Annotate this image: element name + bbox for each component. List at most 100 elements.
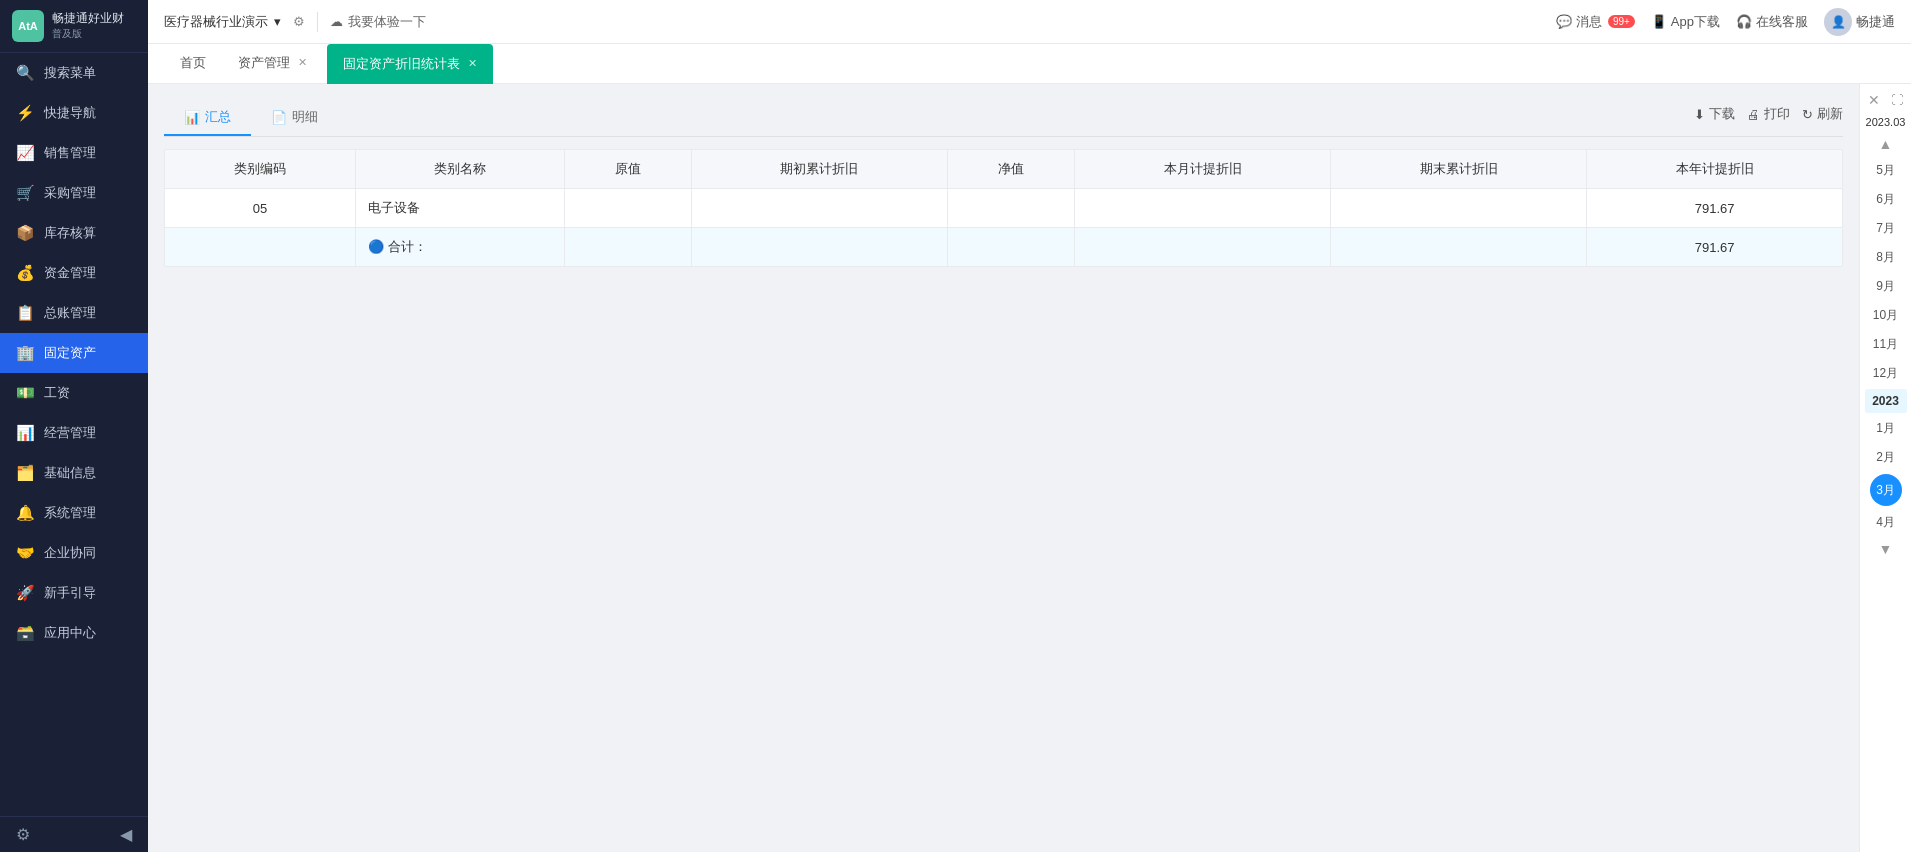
topbar-left: 医疗器械行业演示 ▾ ⚙ ☁ 我要体验一下	[164, 12, 426, 32]
sidebar-item-label-payroll: 工资	[44, 384, 70, 402]
sidebar-item-quick-nav[interactable]: ⚡快捷导航	[0, 93, 148, 133]
month-item-6[interactable]: 6月	[1866, 186, 1906, 213]
app-logo: AtA 畅捷通好业财 普及版	[0, 0, 148, 53]
tab-depreciation[interactable]: 固定资产折旧统计表 ✕	[327, 44, 493, 84]
app-name: 畅捷通好业财	[52, 11, 124, 27]
app-version: 普及版	[52, 27, 124, 41]
total-row: 🔵合计： 791.67	[165, 228, 1842, 267]
sidebar-item-inventory[interactable]: 📦库存核算	[0, 213, 148, 253]
sidebar-item-label-app-center: 应用中心	[44, 624, 96, 642]
tab-asset-mgmt[interactable]: 资产管理 ✕	[222, 44, 323, 84]
sidebar-item-label-purchase: 采购管理	[44, 184, 96, 202]
download-btn[interactable]: ⬇ 下载	[1694, 105, 1735, 123]
finance-icon: 💰	[16, 264, 34, 282]
app-download-btn[interactable]: 📱 App下载	[1651, 13, 1720, 31]
summary-icon: 📊	[184, 110, 200, 125]
sidebar-item-finance[interactable]: 💰资金管理	[0, 253, 148, 293]
message-label: 消息	[1576, 13, 1602, 31]
sidebar-item-label-system: 系统管理	[44, 504, 96, 522]
company-name: 医疗器械行业演示	[164, 13, 268, 31]
company-selector[interactable]: 医疗器械行业演示 ▾	[164, 13, 281, 31]
basic-info-icon: 🗂️	[16, 464, 34, 482]
month-item-12[interactable]: 12月	[1866, 360, 1906, 387]
cell-accum	[691, 189, 947, 228]
sidebar-item-app-center[interactable]: 🗃️应用中心	[0, 613, 148, 653]
sidebar-item-fixed-assets[interactable]: 🏢固定资产	[0, 333, 148, 373]
panel-nav-down[interactable]: ▼	[1875, 537, 1897, 561]
sidebar-item-search[interactable]: 🔍搜索菜单	[0, 53, 148, 93]
collapse-icon[interactable]: ◀	[120, 825, 132, 844]
company-dropdown-icon: ▾	[274, 14, 281, 29]
settings-btn[interactable]: ⚙	[293, 14, 305, 29]
month-item-11[interactable]: 11月	[1866, 331, 1906, 358]
panel-expand-btn[interactable]: ⛶	[1891, 93, 1903, 107]
sidebar-item-basic-info[interactable]: 🗂️基础信息	[0, 453, 148, 493]
col-net: 净值	[947, 150, 1074, 189]
search-icon: 🔍	[16, 64, 34, 82]
sidebar-item-label-guide: 新手引导	[44, 584, 96, 602]
cell-name: 电子设备	[355, 189, 564, 228]
sub-tab-detail[interactable]: 📄 明细	[251, 100, 338, 136]
tab-depreciation-close[interactable]: ✕	[468, 57, 477, 70]
tab-home[interactable]: 首页	[164, 44, 222, 84]
user-name: 畅捷通	[1856, 13, 1895, 31]
refresh-icon: ↻	[1802, 107, 1813, 122]
right-panel: ✕ ⛶ 2023.03 ▲ 5月 6月 7月 8月 9月 10月 11月 12月…	[1859, 84, 1911, 852]
content-area: 📊 汇总 📄 明细 ⬇ 下载 🖨 打印	[148, 84, 1911, 852]
sidebar-item-enterprise[interactable]: 🤝企业协同	[0, 533, 148, 573]
toolbar: ⬇ 下载 🖨 打印 ↻ 刷新	[1694, 105, 1843, 123]
panel-controls: ✕ ⛶	[1860, 88, 1911, 112]
month-item-7[interactable]: 7月	[1866, 215, 1906, 242]
month-item-2023-2[interactable]: 2月	[1866, 444, 1906, 471]
depreciation-table: 类别编码 类别名称 原值 期初累计折旧 净值 本月计提折旧 期末累计折旧 本年计…	[164, 149, 1843, 267]
sidebar-item-operations[interactable]: 📊经营管理	[0, 413, 148, 453]
print-btn[interactable]: 🖨 打印	[1747, 105, 1790, 123]
month-item-2023-4[interactable]: 4月	[1866, 509, 1906, 536]
settings-icon[interactable]: ⚙	[16, 825, 30, 844]
system-icon: 🔔	[16, 504, 34, 522]
message-btn[interactable]: 💬 消息 99+	[1556, 13, 1635, 31]
col-accum: 期初累计折旧	[691, 150, 947, 189]
cell-code: 05	[165, 189, 355, 228]
logo-icon: AtA	[12, 10, 44, 42]
experience-btn[interactable]: ☁ 我要体验一下	[330, 13, 426, 31]
quick-nav-icon: ⚡	[16, 104, 34, 122]
panel-close-btn[interactable]: ✕	[1868, 92, 1880, 108]
total-icon: 🔵	[368, 239, 384, 254]
refresh-btn[interactable]: ↻ 刷新	[1802, 105, 1843, 123]
sidebar-item-label-operations: 经营管理	[44, 424, 96, 442]
month-item-5[interactable]: 5月	[1866, 157, 1906, 184]
online-service-label: 在线客服	[1756, 13, 1808, 31]
col-year-depr: 本年计提折旧	[1587, 150, 1842, 189]
table-row: 05 电子设备 791.67	[165, 189, 1842, 228]
table-header: 类别编码 类别名称 原值 期初累计折旧 净值 本月计提折旧 期末累计折旧 本年计…	[165, 150, 1842, 189]
sub-tabs: 📊 汇总 📄 明细	[164, 100, 338, 136]
sidebar-item-guide[interactable]: 🚀新手引导	[0, 573, 148, 613]
total-end-accum	[1331, 228, 1587, 267]
panel-date-title: 2023.03	[1860, 112, 1911, 132]
panel-nav-up[interactable]: ▲	[1875, 132, 1897, 156]
sidebar-item-label-ledger: 总账管理	[44, 304, 96, 322]
tab-asset-mgmt-close[interactable]: ✕	[298, 56, 307, 69]
month-item-8[interactable]: 8月	[1866, 244, 1906, 271]
table-body: 05 电子设备 791.67 🔵合计：	[165, 189, 1842, 267]
month-item-2023-1[interactable]: 1月	[1866, 415, 1906, 442]
experience-label: 我要体验一下	[348, 13, 426, 31]
sidebar-item-purchase[interactable]: 🛒采购管理	[0, 173, 148, 213]
month-item-10[interactable]: 10月	[1866, 302, 1906, 329]
online-service-btn[interactable]: 🎧 在线客服	[1736, 13, 1808, 31]
col-month-depr: 本月计提折旧	[1074, 150, 1330, 189]
user-menu[interactable]: 👤 畅捷通	[1824, 8, 1895, 36]
download-label: 下载	[1709, 105, 1735, 123]
enterprise-icon: 🤝	[16, 544, 34, 562]
download-icon: ⬇	[1694, 107, 1705, 122]
month-item-9[interactable]: 9月	[1866, 273, 1906, 300]
sub-tab-summary[interactable]: 📊 汇总	[164, 100, 251, 136]
sidebar-item-system[interactable]: 🔔 系统管理	[0, 493, 148, 533]
month-item-2023-3-current[interactable]: 3月	[1870, 474, 1902, 506]
cloud-icon: ☁	[330, 14, 343, 29]
sidebar-item-payroll[interactable]: 💵工资	[0, 373, 148, 413]
sidebar-item-sales[interactable]: 📈销售管理	[0, 133, 148, 173]
total-year-depr: 791.67	[1587, 228, 1842, 267]
sidebar-item-ledger[interactable]: 📋总账管理	[0, 293, 148, 333]
